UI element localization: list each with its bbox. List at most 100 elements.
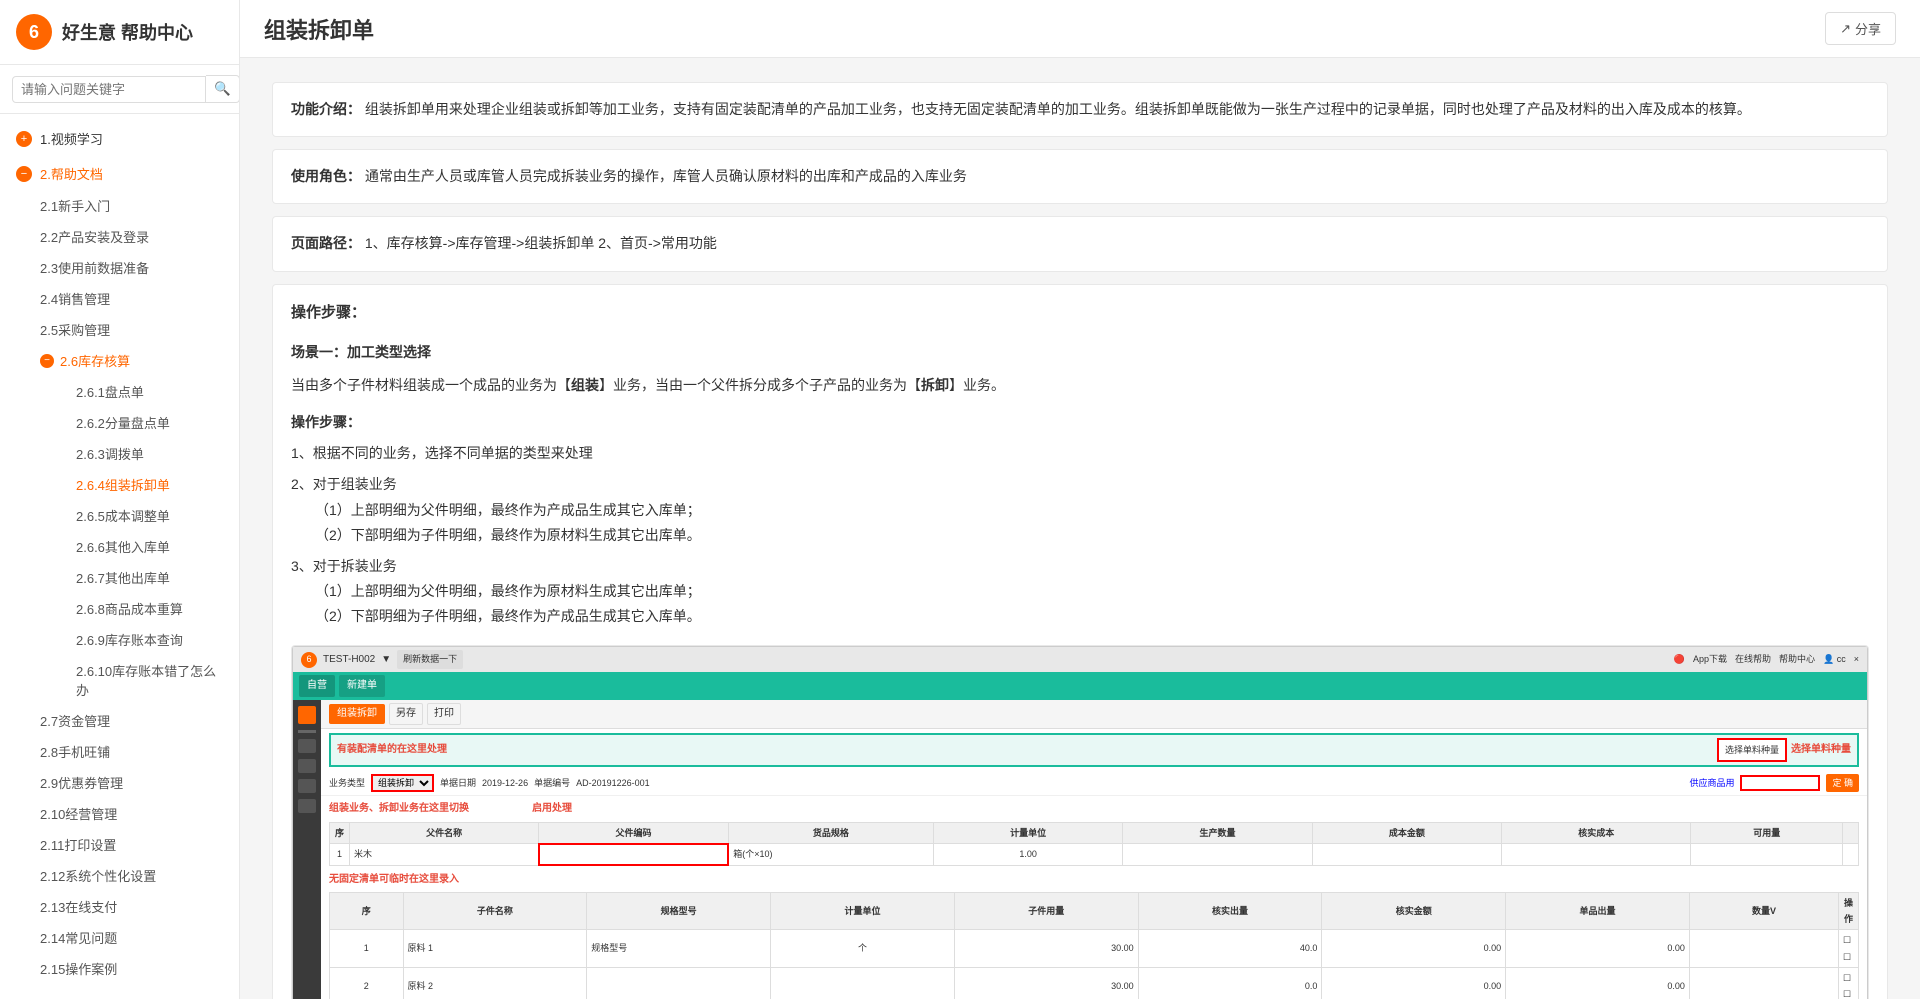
search-box: 🔍 xyxy=(0,65,239,114)
role-text: 通常由生产人员或库管人员完成拆装业务的操作，库管人员确认原材料的出库和产成品的入… xyxy=(365,168,967,184)
sidebar-item-inv8[interactable]: 2.6.8商品成本重算 xyxy=(60,593,239,624)
sim-date-val: 2019-12-26 xyxy=(482,775,528,791)
step2-subs: （1）上部明细为父件明细，最终作为产成品生成其它入库单； （2）下部明细为子件明… xyxy=(291,498,1869,548)
sim-table-parent: 序 父件名称 父件编码 货品规格 计量单位 生产数量 成本金额 核实成本 xyxy=(321,822,1867,868)
scenario1-title: 场景一：加工类型选择 xyxy=(291,340,1869,365)
sidebar-item-label-docs: 2.帮助文档 xyxy=(40,164,103,183)
steps-title: 操作步骤： xyxy=(291,410,1869,435)
sim-main-area: 组装拆卸 另存 打印 有装配清单的在这里处理 选择单料种量 xyxy=(321,700,1867,999)
sidebar-item-online-pay[interactable]: 2.13在线支付 xyxy=(24,891,239,922)
th-qty: 生产数量 xyxy=(1123,822,1312,844)
nav-group-docs: − 2.帮助文档 2.1新手入门 2.2产品安装及登录 2.3使用前数据准备 2… xyxy=(0,157,239,984)
intro-text: 组装拆卸单用来处理企业组装或拆卸等加工业务，支持有固定装配清单的产品加工业务，也… xyxy=(365,101,1751,117)
screenshot-container: 6 TEST-H002 ▼ 刷新数据一下 🔴 App下载 在线帮助 帮助中心 👤… xyxy=(291,645,1869,999)
sim-label-no: 单据编号 xyxy=(534,775,570,791)
sidebar-item-inv3[interactable]: 2.6.3调拨单 xyxy=(60,438,239,469)
sidebar-item-purchase[interactable]: 2.5采购管理 xyxy=(24,314,239,345)
annotation-label5: 无固定清单可临时在这里录入 xyxy=(329,874,459,885)
sidebar-item-inv5[interactable]: 2.6.5成本调整单 xyxy=(60,500,239,531)
sidebar-item-inv2[interactable]: 2.6.2分量盘点单 xyxy=(60,407,239,438)
sidebar-item-system[interactable]: 2.12系统个性化设置 xyxy=(24,860,239,891)
th-seq: 序 xyxy=(330,822,350,844)
sidebar-item-inventory[interactable]: − 2.6库存核算 xyxy=(24,345,239,376)
sidebar-item-operation[interactable]: 2.10经营管理 xyxy=(24,798,239,829)
ops-box: 操作步骤： 场景一：加工类型选择 当由多个子件材料组装成一个成品的业务为【组装】… xyxy=(272,284,1888,999)
sidebar-item-docs[interactable]: − 2.帮助文档 xyxy=(0,157,239,190)
sidebar-item-inv10[interactable]: 2.6.10库存账本错了怎么办 xyxy=(60,655,239,705)
plus-icon: + xyxy=(16,131,32,147)
sim-nav-icon5 xyxy=(298,799,316,813)
search-input[interactable] xyxy=(12,76,206,103)
sim-nav-icon1 xyxy=(298,706,316,724)
intro-label: 功能介绍： xyxy=(291,101,361,117)
sidebar-item-inv6[interactable]: 2.6.6其他入库单 xyxy=(60,531,239,562)
sidebar-logo: 6 好生意 帮助中心 xyxy=(0,0,239,65)
th-unit: 计量单位 xyxy=(933,822,1122,844)
sim-table-child: 序 子件名称 规格型号 计量单位 子件用量 核实出量 核实金额 单品出量 xyxy=(321,892,1867,999)
sim-tab-new: 新建单 xyxy=(339,675,385,697)
sim-btn-print[interactable]: 打印 xyxy=(427,703,461,725)
path-box: 页面路径： 1、库存核算->库存管理->组装拆卸单 2、首页->常用功能 xyxy=(272,216,1888,271)
main-panel: 组装拆卸单 ↗ 分享 功能介绍： 组装拆卸单用来处理企业组装或拆卸等加工业务，支… xyxy=(240,0,1920,999)
search-button[interactable]: 🔍 xyxy=(206,75,240,103)
sim-table-parent-table: 序 父件名称 父件编码 货品规格 计量单位 生产数量 成本金额 核实成本 xyxy=(329,822,1859,866)
th-real-cost: 核实成本 xyxy=(1502,822,1691,844)
sim-btn-saveas[interactable]: 另存 xyxy=(389,703,423,725)
annotation-label2: 选择单料种量 xyxy=(1791,741,1851,759)
sidebar-nav: + 1.视频学习 − 2.帮助文档 2.1新手入门 2.2产品安装及登录 2.3… xyxy=(0,114,239,999)
sidebar-item-coupon[interactable]: 2.9优惠券管理 xyxy=(24,767,239,798)
th-parent-code: 父件编码 xyxy=(539,822,728,844)
sidebar-item-inventory-label: 2.6库存核算 xyxy=(60,351,130,370)
sidebar-item-finance[interactable]: 2.7资金管理 xyxy=(24,705,239,736)
sidebar-item-faq[interactable]: 2.14常见问题 xyxy=(24,922,239,953)
sim-table-child-table: 序 子件名称 规格型号 计量单位 子件用量 核实出量 核实金额 单品出量 xyxy=(329,892,1859,999)
step3: 3、对于拆装业务 xyxy=(291,554,1869,579)
sim-btn-assembly[interactable]: 组装拆卸 xyxy=(329,704,385,724)
sim-input-ref[interactable] xyxy=(1740,775,1820,791)
sidebar-item-sales[interactable]: 2.4销售管理 xyxy=(24,283,239,314)
sidebar-item-inv1[interactable]: 2.6.1盘点单 xyxy=(60,376,239,407)
path-label: 页面路径： xyxy=(291,235,361,251)
th-cost: 成本金额 xyxy=(1312,822,1501,844)
sim-select-type[interactable]: 组装拆卸 xyxy=(371,774,434,792)
sidebar-item-videos[interactable]: + 1.视频学习 xyxy=(0,122,239,155)
sim-label-date: 单据日期 xyxy=(440,775,476,791)
sim-nav-icon4 xyxy=(298,779,316,793)
step3-sub1: （1）上部明细为父件明细，最终作为原材料生成其它出库单； xyxy=(315,579,1869,604)
path-text: 1、库存核算->库存管理->组装拆卸单 2、首页->常用功能 xyxy=(365,235,717,251)
sim-left-nav xyxy=(293,700,321,999)
sidebar-item-install[interactable]: 2.2产品安装及登录 xyxy=(24,221,239,252)
sidebar-item-print[interactable]: 2.11打印设置 xyxy=(24,829,239,860)
sim-btn-confirm[interactable]: 定 确 xyxy=(1826,774,1859,792)
annotation-label1: 有装配清单的在这里处理 xyxy=(337,741,447,759)
sidebar-item-inv4[interactable]: 2.6.4组装拆卸单 xyxy=(60,469,239,500)
sidebar-item-inv7[interactable]: 2.6.7其他出库单 xyxy=(60,562,239,593)
sidebar-item-cases[interactable]: 2.15操作案例 xyxy=(24,953,239,984)
sidebar-item-inv9[interactable]: 2.6.9库存账本查询 xyxy=(60,624,239,655)
sim-label-type: 业务类型 xyxy=(329,775,365,791)
annotation-label3: 组装业务、拆卸业务在这里切换 xyxy=(329,803,469,814)
sim-titlebar: 6 TEST-H002 ▼ 刷新数据一下 🔴 App下载 在线帮助 帮助中心 👤… xyxy=(293,647,1867,671)
sim-sysname: TEST-H002 xyxy=(323,651,375,669)
share-button[interactable]: ↗ 分享 xyxy=(1825,12,1896,45)
sim-switch-area: 组装业务、拆卸业务在这里切换 启用处理 xyxy=(321,796,1867,822)
step2-sub2: （2）下部明细为子件明细，最终作为原材料生成其它出库单。 xyxy=(315,523,1869,548)
sim-label-ref: 供应商品用 xyxy=(1689,775,1734,791)
table-row: 1 原料 1 规格型号 个 30.00 40.0 0.00 0.00 xyxy=(330,930,1859,967)
sidebar-item-newbie[interactable]: 2.1新手入门 xyxy=(24,190,239,221)
sim-annotation-lower: 无固定清单可临时在这里录入 xyxy=(321,868,1867,892)
sidebar: 6 好生意 帮助中心 🔍 + 1.视频学习 − 2.帮助文档 2.1新手入门 2… xyxy=(0,0,240,999)
nav-sub-docs: 2.1新手入门 2.2产品安装及登录 2.3使用前数据准备 2.4销售管理 2.… xyxy=(0,190,239,984)
sidebar-item-data[interactable]: 2.3使用前数据准备 xyxy=(24,252,239,283)
sim-toolbar: 组装拆卸 另存 打印 xyxy=(321,700,1867,729)
share-label: 分享 xyxy=(1855,19,1881,38)
sim-btn-select-material: 选择单料种量 xyxy=(1717,738,1787,762)
th-parent-name: 父件名称 xyxy=(350,822,539,844)
logo-text: 好生意 帮助中心 xyxy=(62,19,193,45)
sidebar-item-mobile[interactable]: 2.8手机旺铺 xyxy=(24,736,239,767)
step3-subs: （1）上部明细为父件明细，最终作为原材料生成其它出库单； （2）下部明细为子件明… xyxy=(291,579,1869,629)
minus-icon-inv: − xyxy=(40,354,54,368)
logo-icon: 6 xyxy=(16,14,52,50)
annotation-label4: 启用处理 xyxy=(532,803,572,814)
sim-refresh: 刷新数据一下 xyxy=(397,650,463,668)
